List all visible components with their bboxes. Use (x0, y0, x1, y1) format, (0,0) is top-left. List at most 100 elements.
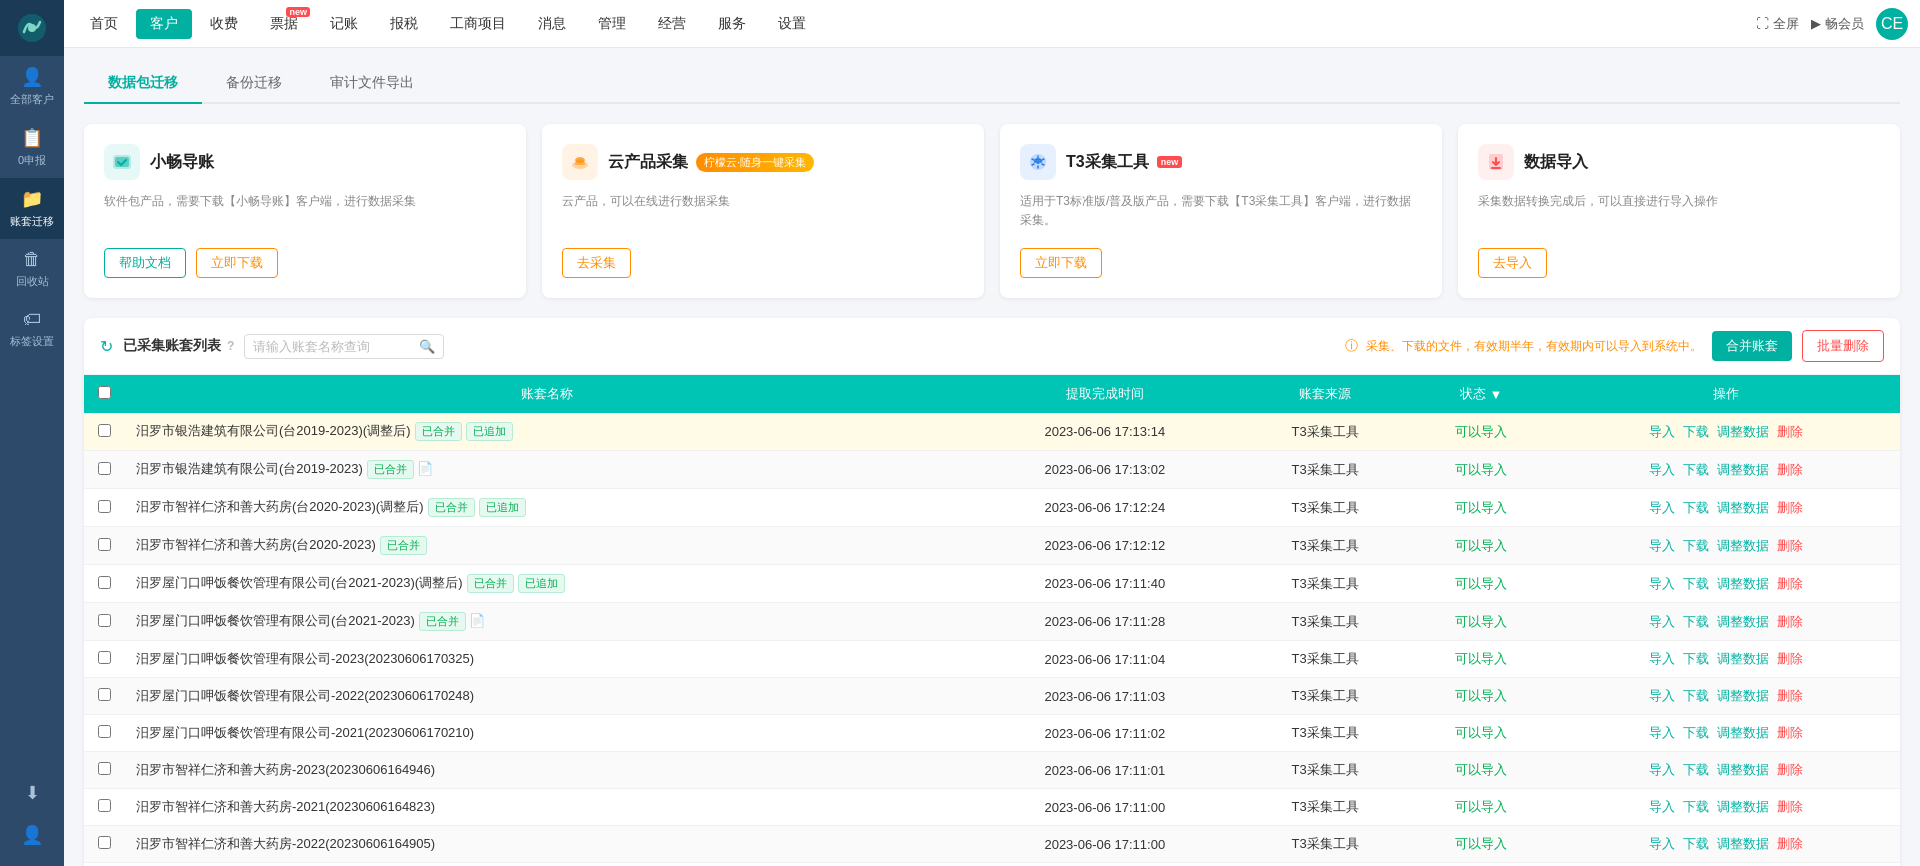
tab-data-migration[interactable]: 数据包迁移 (84, 64, 202, 104)
merge-btn[interactable]: 合并账套 (1712, 331, 1792, 361)
sidebar-item-zero-report[interactable]: 📋 0申报 (0, 117, 64, 178)
action-download[interactable]: 下载 (1683, 576, 1709, 591)
action-import[interactable]: 导入 (1649, 836, 1675, 851)
action-adjust[interactable]: 调整数据 (1717, 500, 1769, 515)
sidebar-item-tag-settings[interactable]: 🏷 标签设置 (0, 299, 64, 359)
nav-settings[interactable]: 设置 (764, 9, 820, 39)
action-import[interactable]: 导入 (1649, 725, 1675, 740)
action-download[interactable]: 下载 (1683, 725, 1709, 740)
help-icon[interactable]: ? (227, 339, 234, 353)
action-import[interactable]: 导入 (1649, 538, 1675, 553)
nav-home[interactable]: 首页 (76, 9, 132, 39)
tab-backup-migration[interactable]: 备份迁移 (202, 64, 306, 104)
row-checkbox[interactable] (98, 688, 111, 701)
sidebar-item-recycle-bin[interactable]: 🗑 回收站 (0, 239, 64, 299)
nav-business[interactable]: 工商项目 (436, 9, 520, 39)
action-import[interactable]: 导入 (1649, 576, 1675, 591)
row-checkbox[interactable] (98, 614, 111, 627)
row-checkbox[interactable] (98, 538, 111, 551)
action-import[interactable]: 导入 (1649, 651, 1675, 666)
action-download[interactable]: 下载 (1683, 799, 1709, 814)
action-import[interactable]: 导入 (1649, 424, 1675, 439)
action-download[interactable]: 下载 (1683, 651, 1709, 666)
download-t3-btn[interactable]: 立即下载 (1020, 248, 1102, 278)
action-adjust[interactable]: 调整数据 (1717, 651, 1769, 666)
tab-audit-export[interactable]: 审计文件导出 (306, 64, 438, 104)
row-checkbox[interactable] (98, 576, 111, 589)
action-delete[interactable]: 删除 (1777, 651, 1803, 666)
sidebar-item-all-clients[interactable]: 👤 全部客户 (0, 56, 64, 117)
refresh-icon[interactable]: ↻ (100, 337, 113, 356)
row-checkbox[interactable] (98, 500, 111, 513)
action-delete[interactable]: 删除 (1777, 538, 1803, 553)
action-adjust[interactable]: 调整数据 (1717, 614, 1769, 629)
batch-delete-btn[interactable]: 批量删除 (1802, 330, 1884, 362)
action-delete[interactable]: 删除 (1777, 725, 1803, 740)
fullscreen-btn[interactable]: ⛶ 全屏 (1756, 15, 1799, 33)
row-checkbox[interactable] (98, 836, 111, 849)
avatar[interactable]: CE (1876, 8, 1908, 40)
action-import[interactable]: 导入 (1649, 500, 1675, 515)
action-adjust[interactable]: 调整数据 (1717, 725, 1769, 740)
action-download[interactable]: 下载 (1683, 500, 1709, 515)
action-adjust[interactable]: 调整数据 (1717, 576, 1769, 591)
row-checkbox[interactable] (98, 762, 111, 775)
action-adjust[interactable]: 调整数据 (1717, 462, 1769, 477)
action-download[interactable]: 下载 (1683, 462, 1709, 477)
nav-tax[interactable]: 报税 (376, 9, 432, 39)
action-adjust[interactable]: 调整数据 (1717, 688, 1769, 703)
search-input[interactable] (253, 339, 413, 354)
row-time: 2023-06-06 17:11:04 (970, 641, 1240, 678)
action-import[interactable]: 导入 (1649, 614, 1675, 629)
help-doc-btn[interactable]: 帮助文档 (104, 248, 186, 278)
action-delete[interactable]: 删除 (1777, 614, 1803, 629)
action-adjust[interactable]: 调整数据 (1717, 762, 1769, 777)
nav-manage[interactable]: 管理 (584, 9, 640, 39)
card-desc: 采集数据转换完成后，可以直接进行导入操作 (1478, 192, 1880, 232)
nav-service[interactable]: 服务 (704, 9, 760, 39)
action-delete[interactable]: 删除 (1777, 799, 1803, 814)
nav-billing[interactable]: 收费 (196, 9, 252, 39)
row-checkbox[interactable] (98, 424, 111, 437)
nav-message[interactable]: 消息 (524, 9, 580, 39)
row-status: 可以导入 (1410, 413, 1552, 451)
action-import[interactable]: 导入 (1649, 762, 1675, 777)
action-adjust[interactable]: 调整数据 (1717, 836, 1769, 851)
action-delete[interactable]: 删除 (1777, 500, 1803, 515)
action-download[interactable]: 下载 (1683, 836, 1709, 851)
go-import-btn[interactable]: 去导入 (1478, 248, 1547, 278)
action-download[interactable]: 下载 (1683, 424, 1709, 439)
action-import[interactable]: 导入 (1649, 688, 1675, 703)
vip-btn[interactable]: ▶ 畅会员 (1811, 15, 1864, 33)
action-delete[interactable]: 删除 (1777, 836, 1803, 851)
action-delete[interactable]: 删除 (1777, 462, 1803, 477)
action-download[interactable]: 下载 (1683, 538, 1709, 553)
row-checkbox[interactable] (98, 799, 111, 812)
nav-bookkeeping[interactable]: 记账 (316, 9, 372, 39)
nav-operation[interactable]: 经营 (644, 9, 700, 39)
download-now-btn[interactable]: 立即下载 (196, 248, 278, 278)
nav-invoice[interactable]: 票据 new (256, 9, 312, 39)
sidebar-item-download[interactable]: ⬇ (0, 772, 64, 814)
search-icon[interactable]: 🔍 (419, 339, 435, 354)
row-checkbox[interactable] (98, 651, 111, 664)
action-download[interactable]: 下载 (1683, 762, 1709, 777)
action-delete[interactable]: 删除 (1777, 688, 1803, 703)
sidebar-item-user[interactable]: 👤 (0, 814, 64, 856)
action-download[interactable]: 下载 (1683, 614, 1709, 629)
sidebar-item-account-migration[interactable]: 📁 账套迁移 (0, 178, 64, 239)
nav-client[interactable]: 客户 (136, 9, 192, 39)
select-all-checkbox[interactable] (98, 386, 111, 399)
action-delete[interactable]: 删除 (1777, 576, 1803, 591)
action-adjust[interactable]: 调整数据 (1717, 538, 1769, 553)
row-checkbox[interactable] (98, 725, 111, 738)
action-import[interactable]: 导入 (1649, 799, 1675, 814)
action-delete[interactable]: 删除 (1777, 424, 1803, 439)
go-collect-btn[interactable]: 去采集 (562, 248, 631, 278)
action-adjust[interactable]: 调整数据 (1717, 424, 1769, 439)
action-adjust[interactable]: 调整数据 (1717, 799, 1769, 814)
row-checkbox[interactable] (98, 462, 111, 475)
action-delete[interactable]: 删除 (1777, 762, 1803, 777)
action-import[interactable]: 导入 (1649, 462, 1675, 477)
action-download[interactable]: 下载 (1683, 688, 1709, 703)
